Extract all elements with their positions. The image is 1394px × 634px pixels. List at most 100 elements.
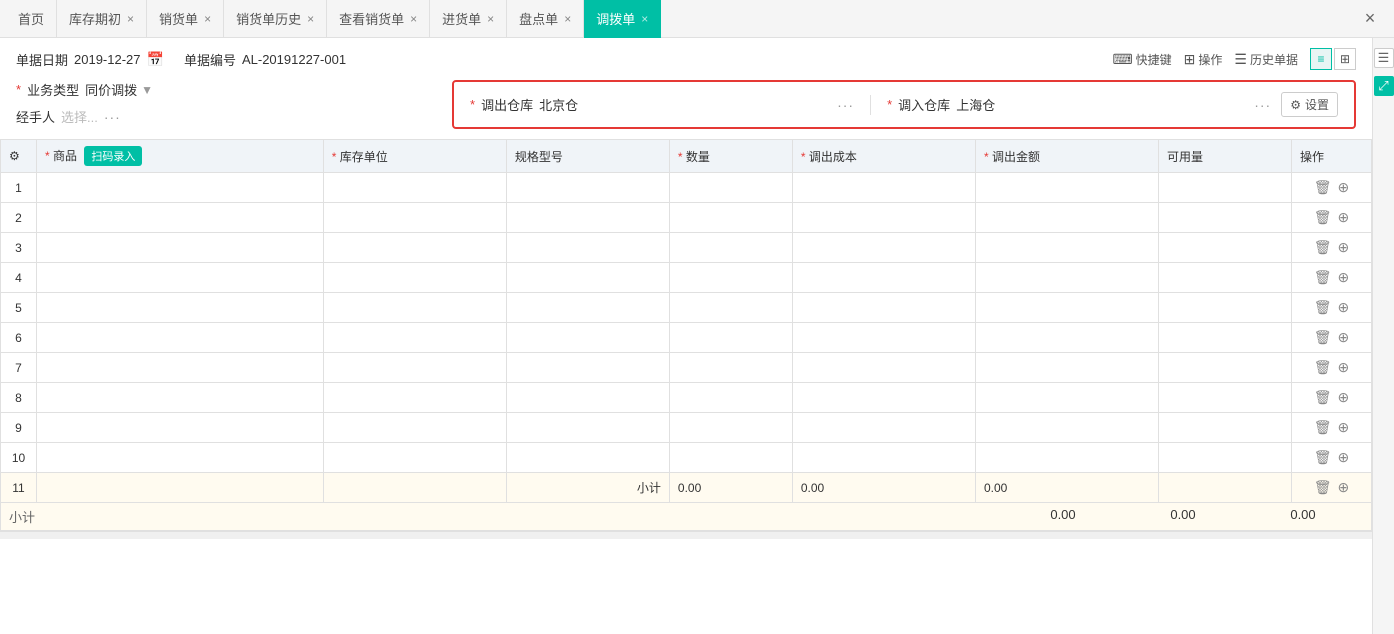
delete-icon[interactable]: 🗑: [1314, 209, 1332, 226]
cell-product[interactable]: [37, 443, 324, 473]
cell-qty[interactable]: [669, 413, 792, 443]
scan-input-btn[interactable]: 扫码录入: [84, 146, 142, 166]
delete-icon[interactable]: 🗑: [1314, 389, 1332, 406]
cell-qty[interactable]: [669, 383, 792, 413]
cell-amount[interactable]: [975, 173, 1158, 203]
cell-spec[interactable]: [506, 323, 669, 353]
cell-cost[interactable]: [792, 323, 975, 353]
delete-icon[interactable]: 🗑: [1314, 359, 1332, 376]
tab-view-sales[interactable]: 查看销货单 ×: [327, 0, 430, 38]
cell-qty[interactable]: [669, 233, 792, 263]
close-window-button[interactable]: ×: [1354, 0, 1386, 38]
cell-product[interactable]: [37, 263, 324, 293]
cell-unit[interactable]: [323, 413, 506, 443]
sidebar-notes-icon[interactable]: ☰: [1374, 48, 1394, 68]
operation-btn[interactable]: ⊞ 操作: [1184, 51, 1223, 68]
cell-unit[interactable]: [323, 293, 506, 323]
delete-icon[interactable]: 🗑: [1314, 179, 1332, 196]
cell-unit[interactable]: [323, 233, 506, 263]
copy-icon[interactable]: ⊕: [1338, 449, 1350, 466]
shortcut-btn[interactable]: ⌨ 快捷键: [1112, 51, 1171, 68]
cell-cost[interactable]: [792, 353, 975, 383]
cell-product[interactable]: [37, 473, 324, 503]
cell-amount[interactable]: [975, 293, 1158, 323]
calendar-icon[interactable]: 📅: [147, 51, 164, 68]
layout-icon-grid[interactable]: ⊞: [1334, 48, 1356, 70]
delete-icon[interactable]: 🗑: [1314, 479, 1332, 496]
cell-amount[interactable]: [975, 323, 1158, 353]
tab-sales-history[interactable]: 销货单历史 ×: [224, 0, 327, 38]
tab-inventory-init-close[interactable]: ×: [127, 12, 134, 26]
copy-icon[interactable]: ⊕: [1338, 479, 1350, 496]
cell-spec[interactable]: [506, 413, 669, 443]
copy-icon[interactable]: ⊕: [1338, 179, 1350, 196]
copy-icon[interactable]: ⊕: [1338, 299, 1350, 316]
cell-amount[interactable]: [975, 353, 1158, 383]
cell-qty[interactable]: [669, 323, 792, 353]
cell-spec[interactable]: [506, 383, 669, 413]
handler-more-btn[interactable]: ···: [104, 109, 121, 125]
cell-unit[interactable]: [323, 383, 506, 413]
cell-cost[interactable]: [792, 413, 975, 443]
layout-icon-list[interactable]: ≡: [1310, 48, 1332, 70]
copy-icon[interactable]: ⊕: [1338, 209, 1350, 226]
tab-inventory-init[interactable]: 库存期初 ×: [57, 0, 147, 38]
cell-cost[interactable]: [792, 173, 975, 203]
cell-cost[interactable]: [792, 263, 975, 293]
cell-unit[interactable]: [323, 473, 506, 503]
cell-amount[interactable]: [975, 383, 1158, 413]
tab-transfer[interactable]: 调拨单 ×: [584, 0, 661, 38]
cell-spec[interactable]: [506, 293, 669, 323]
tab-purchase-order[interactable]: 进货单 ×: [430, 0, 507, 38]
copy-icon[interactable]: ⊕: [1338, 419, 1350, 436]
cell-product[interactable]: [37, 293, 324, 323]
biz-type-select[interactable]: 同价调拨 ▼: [85, 80, 153, 99]
cell-amount[interactable]: [975, 263, 1158, 293]
tab-home[interactable]: 首页: [8, 0, 57, 38]
tab-transfer-close[interactable]: ×: [641, 12, 648, 26]
tab-sales-history-close[interactable]: ×: [307, 12, 314, 26]
delete-icon[interactable]: 🗑: [1314, 269, 1332, 286]
cell-cost[interactable]: [792, 293, 975, 323]
history-btn[interactable]: ☰ 历史单据: [1234, 51, 1298, 68]
cell-qty[interactable]: [669, 263, 792, 293]
cell-qty[interactable]: [669, 293, 792, 323]
delete-icon[interactable]: 🗑: [1314, 449, 1332, 466]
cell-product[interactable]: [37, 323, 324, 353]
cell-cost[interactable]: [792, 383, 975, 413]
copy-icon[interactable]: ⊕: [1338, 329, 1350, 346]
cell-qty[interactable]: [669, 443, 792, 473]
cell-product[interactable]: [37, 233, 324, 263]
cell-unit[interactable]: [323, 203, 506, 233]
cell-amount[interactable]: [975, 413, 1158, 443]
cell-unit[interactable]: [323, 443, 506, 473]
cell-unit[interactable]: [323, 353, 506, 383]
copy-icon[interactable]: ⊕: [1338, 239, 1350, 256]
delete-icon[interactable]: 🗑: [1314, 239, 1332, 256]
warehouse-in-more[interactable]: ···: [1254, 97, 1271, 113]
cell-spec[interactable]: [506, 233, 669, 263]
copy-icon[interactable]: ⊕: [1338, 389, 1350, 406]
copy-icon[interactable]: ⊕: [1338, 269, 1350, 286]
cell-unit[interactable]: [323, 263, 506, 293]
tab-sales-order-close[interactable]: ×: [204, 12, 211, 26]
cell-product[interactable]: [37, 173, 324, 203]
cell-qty[interactable]: [669, 353, 792, 383]
cell-spec[interactable]: [506, 173, 669, 203]
cell-spec[interactable]: [506, 353, 669, 383]
cell-cost[interactable]: [792, 443, 975, 473]
copy-icon[interactable]: ⊕: [1338, 359, 1350, 376]
sidebar-expand-icon[interactable]: ⤢: [1374, 76, 1394, 96]
cell-qty[interactable]: [669, 203, 792, 233]
delete-icon[interactable]: 🗑: [1314, 329, 1332, 346]
horizontal-scrollbar[interactable]: [0, 531, 1372, 539]
handler-select[interactable]: 选择...: [61, 107, 98, 126]
cell-qty[interactable]: [669, 173, 792, 203]
cell-amount[interactable]: [975, 203, 1158, 233]
cell-amount[interactable]: [975, 233, 1158, 263]
cell-spec[interactable]: [506, 203, 669, 233]
tab-stocktake-close[interactable]: ×: [564, 12, 571, 26]
cell-unit[interactable]: [323, 323, 506, 353]
cell-cost[interactable]: [792, 233, 975, 263]
tab-purchase-order-close[interactable]: ×: [487, 12, 494, 26]
